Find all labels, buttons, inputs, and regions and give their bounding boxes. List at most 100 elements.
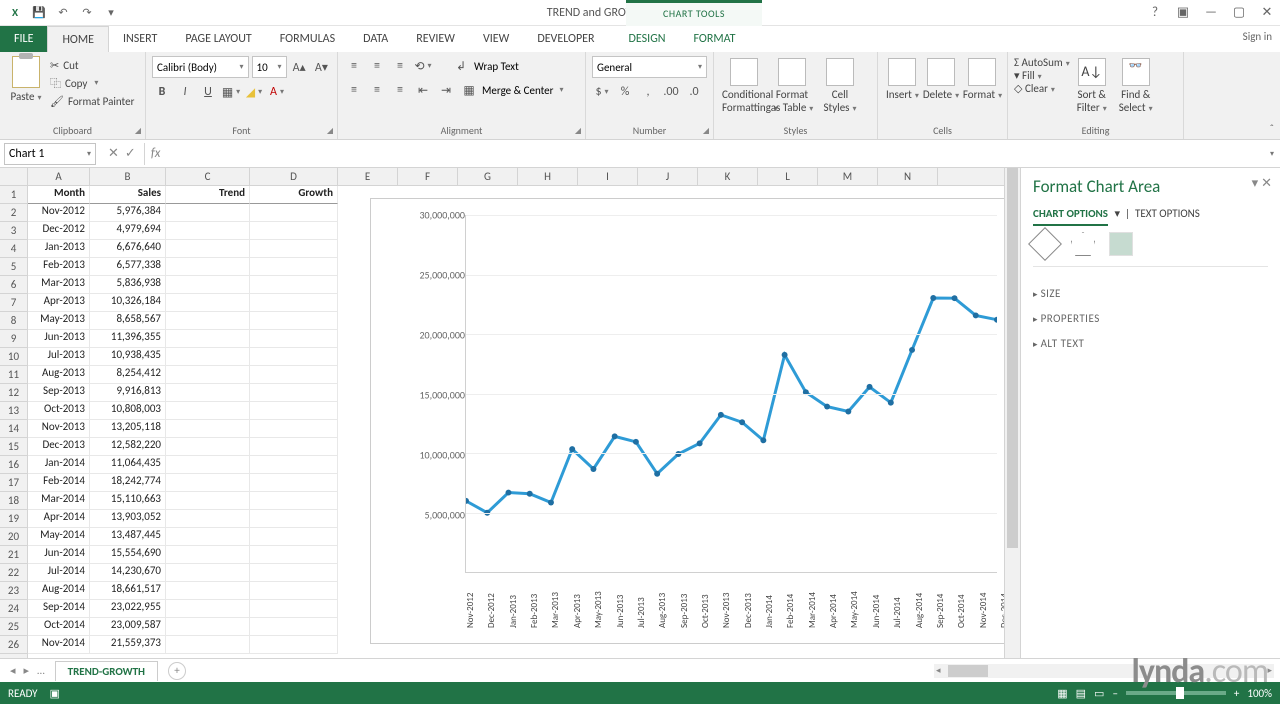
sheet-nav-next-icon[interactable]: ▸ [24, 664, 30, 677]
row-header[interactable]: 3 [0, 222, 27, 240]
tab-design[interactable]: DESIGN [615, 26, 680, 52]
row-header[interactable]: 14 [0, 420, 27, 438]
row-header[interactable]: 10 [0, 348, 27, 366]
cell[interactable] [166, 618, 250, 636]
cell[interactable]: 8,254,412 [90, 366, 166, 384]
row-header[interactable]: 13 [0, 402, 27, 420]
cell[interactable]: 8,658,567 [90, 312, 166, 330]
align-middle-icon[interactable]: ≡ [367, 56, 387, 76]
align-bottom-icon[interactable]: ≡ [390, 56, 410, 76]
formula-input[interactable] [166, 143, 1261, 165]
cell[interactable]: 23,022,955 [90, 600, 166, 618]
font-color-button[interactable]: A▾ [267, 82, 287, 102]
wrap-text-button[interactable]: Wrap Text [474, 60, 519, 73]
cell[interactable] [250, 294, 338, 312]
bold-button[interactable]: B [152, 82, 172, 102]
cell[interactable] [250, 366, 338, 384]
cell[interactable] [166, 348, 250, 366]
cut-button[interactable]: ✂Cut [50, 56, 134, 74]
text-options-tab[interactable]: TEXT OPTIONS [1135, 207, 1200, 220]
increase-decimal-icon[interactable]: .00 [661, 82, 681, 102]
cell[interactable] [250, 240, 338, 258]
cell[interactable] [166, 366, 250, 384]
cell[interactable]: Mar-2013 [28, 276, 90, 294]
fill-button[interactable]: ▾ Fill▾ [1014, 69, 1070, 82]
cell[interactable]: Apr-2013 [28, 294, 90, 312]
cell[interactable] [250, 204, 338, 222]
header-cell[interactable]: Trend [166, 186, 250, 204]
header-cell[interactable]: Sales [90, 186, 166, 204]
cell[interactable]: Mar-2014 [28, 492, 90, 510]
cell[interactable] [166, 240, 250, 258]
cells-container[interactable]: MonthSalesTrendGrowth Nov-20125,976,384D… [28, 186, 1004, 658]
cell[interactable] [166, 384, 250, 402]
cell[interactable]: Jun-2014 [28, 546, 90, 564]
embedded-chart[interactable]: 5,000,00010,000,00015,000,00020,000,0002… [370, 198, 1004, 644]
cell[interactable]: Sep-2013 [28, 384, 90, 402]
row-header[interactable]: 2 [0, 204, 27, 222]
cell[interactable] [250, 276, 338, 294]
cell[interactable] [250, 222, 338, 240]
cell[interactable]: 18,661,517 [90, 582, 166, 600]
cell[interactable]: 18,242,774 [90, 474, 166, 492]
sheet-tab-active[interactable]: TREND-GROWTH [55, 661, 158, 681]
fill-line-icon[interactable] [1028, 227, 1062, 261]
row-header[interactable]: 24 [0, 600, 27, 618]
view-normal-icon[interactable]: ▦ [1057, 687, 1067, 700]
row-header[interactable]: 5 [0, 258, 27, 276]
cell[interactable]: Feb-2014 [28, 474, 90, 492]
select-all-corner[interactable] [0, 168, 28, 185]
pane-close-icon[interactable]: ▾ ✕ [1252, 176, 1272, 191]
font-name-combo[interactable]: Calibri (Body)▾ [152, 56, 249, 78]
cell[interactable]: 12,582,220 [90, 438, 166, 456]
cell[interactable]: Oct-2014 [28, 618, 90, 636]
section-properties[interactable]: PROPERTIES [1033, 306, 1268, 331]
cell[interactable] [250, 258, 338, 276]
paste-button[interactable]: Paste▾ [6, 56, 46, 110]
cell[interactable]: Dec-2013 [28, 438, 90, 456]
cell[interactable]: Oct-2013 [28, 402, 90, 420]
cell[interactable]: Jun-2013 [28, 330, 90, 348]
cell[interactable] [166, 438, 250, 456]
grow-font-icon[interactable]: A▴ [290, 57, 309, 77]
col-header[interactable]: E [338, 168, 398, 185]
expand-formula-icon[interactable]: ▾ [1270, 149, 1274, 159]
cell[interactable] [250, 402, 338, 420]
cell[interactable] [250, 312, 338, 330]
shrink-font-icon[interactable]: A▾ [312, 57, 331, 77]
row-header[interactable]: 9 [0, 330, 27, 348]
cell[interactable] [250, 384, 338, 402]
cell[interactable]: 11,396,355 [90, 330, 166, 348]
col-header[interactable]: D [250, 168, 338, 185]
cell[interactable] [250, 636, 338, 654]
fill-color-button[interactable]: ◢▾ [244, 82, 264, 102]
cell[interactable]: 14,230,670 [90, 564, 166, 582]
cell[interactable]: 9,916,813 [90, 384, 166, 402]
cell[interactable] [166, 294, 250, 312]
cell[interactable] [250, 546, 338, 564]
cell[interactable] [166, 258, 250, 276]
cell[interactable] [250, 474, 338, 492]
cell[interactable] [250, 330, 338, 348]
cell[interactable] [166, 492, 250, 510]
cell[interactable] [250, 528, 338, 546]
cell[interactable]: 15,554,690 [90, 546, 166, 564]
cell[interactable] [250, 510, 338, 528]
undo-icon[interactable]: ↶ [52, 2, 74, 24]
cell[interactable]: 13,903,052 [90, 510, 166, 528]
view-page-break-icon[interactable]: ▭ [1094, 687, 1104, 700]
align-top-icon[interactable]: ≡ [344, 56, 364, 76]
cell[interactable]: Aug-2013 [28, 366, 90, 384]
qat-more-icon[interactable]: ▾ [100, 2, 122, 24]
cell[interactable]: Aug-2014 [28, 582, 90, 600]
view-page-layout-icon[interactable]: ▤ [1076, 687, 1086, 700]
cell[interactable]: 11,064,435 [90, 456, 166, 474]
ribbon-display-icon[interactable]: ▣ [1174, 5, 1192, 20]
cell[interactable]: Nov-2013 [28, 420, 90, 438]
cell[interactable]: 23,009,587 [90, 618, 166, 636]
row-header[interactable]: 1 [0, 186, 27, 204]
row-header[interactable]: 19 [0, 510, 27, 528]
header-cell[interactable]: Growth [250, 186, 338, 204]
comma-format-icon[interactable]: , [638, 82, 658, 102]
row-header[interactable]: 26 [0, 636, 27, 654]
